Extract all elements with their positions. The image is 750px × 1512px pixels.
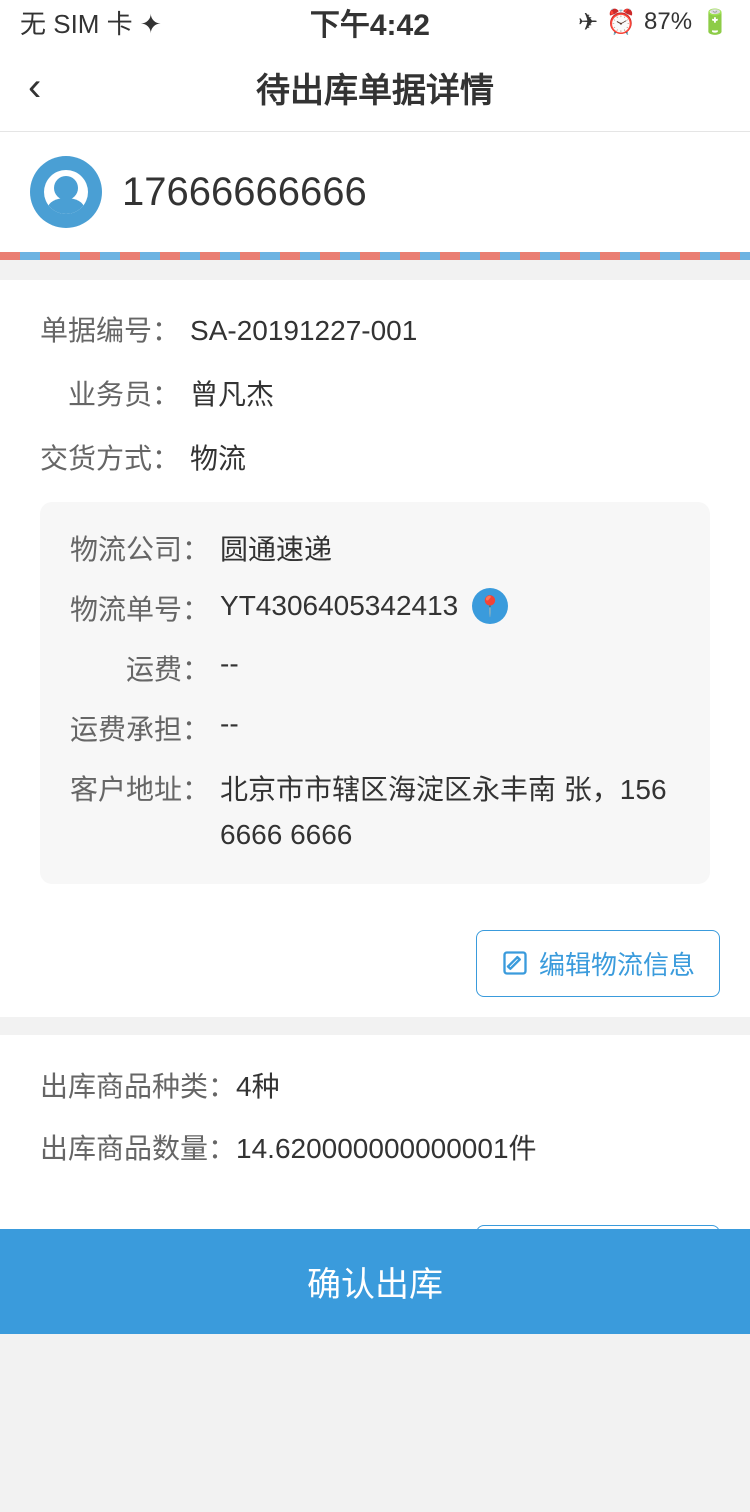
freight-row: 运费： -- bbox=[70, 648, 680, 688]
location-tracking-icon[interactable] bbox=[472, 588, 508, 624]
goods-types-label: 出库商品种类： bbox=[40, 1065, 236, 1105]
dashed-divider bbox=[0, 252, 750, 260]
freight-bear-label: 运费承担： bbox=[70, 708, 210, 748]
user-header: 17666666666 bbox=[0, 132, 750, 252]
salesman-value: 曾凡杰 bbox=[190, 374, 710, 416]
order-no-label: 单据编号： bbox=[40, 310, 180, 352]
battery-icon: 🔋 bbox=[700, 8, 730, 37]
delivery-value: 物流 bbox=[190, 438, 710, 480]
tracking-no-value: YT4306405342413 bbox=[220, 588, 680, 624]
goods-quantity-label: 出库商品数量： bbox=[40, 1127, 236, 1167]
sim-status: 无 SIM 卡 ✦ bbox=[20, 4, 162, 41]
logistics-card: 物流公司： 圆通速递 物流单号： YT4306405342413 运费： -- … bbox=[40, 502, 710, 884]
goods-types-value: 4种 bbox=[236, 1065, 280, 1105]
delivery-label: 交货方式： bbox=[40, 438, 180, 480]
address-label: 客户地址： bbox=[70, 768, 210, 808]
goods-types-row: 出库商品种类： 4种 bbox=[40, 1065, 710, 1105]
salesman-row: 业务员： 曾凡杰 bbox=[40, 374, 710, 416]
order-no-row: 单据编号： SA-20191227-001 bbox=[40, 310, 710, 352]
tracking-no-row: 物流单号： YT4306405342413 bbox=[70, 588, 680, 628]
edit-logistics-label: 编辑物流信息 bbox=[539, 945, 695, 982]
address-value: 北京市市辖区海淀区永丰南 张，156 6666 6666 bbox=[220, 768, 680, 858]
nav-bar: ‹ 待出库单据详情 bbox=[0, 44, 750, 132]
page-title: 待出库单据详情 bbox=[256, 63, 494, 112]
freight-label: 运费： bbox=[70, 648, 210, 688]
confirm-btn-container[interactable]: 确认出库 bbox=[0, 1229, 750, 1334]
avatar bbox=[30, 156, 102, 228]
address-row: 客户地址： 北京市市辖区海淀区永丰南 张，156 6666 6666 bbox=[70, 768, 680, 858]
salesman-label: 业务员： bbox=[40, 374, 180, 416]
freight-value: -- bbox=[220, 648, 680, 680]
order-info-section: 单据编号： SA-20191227-001 业务员： 曾凡杰 交货方式： 物流 … bbox=[0, 280, 750, 914]
status-left: 无 SIM 卡 ✦ bbox=[20, 4, 162, 41]
edit-icon bbox=[501, 949, 529, 977]
location-icon: ✈ bbox=[578, 8, 598, 37]
avatar-icon bbox=[44, 170, 88, 214]
edit-logistics-row: 编辑物流信息 bbox=[0, 914, 750, 1017]
goods-quantity-row: 出库商品数量： 14.620000000000001件 bbox=[40, 1127, 710, 1167]
edit-logistics-button[interactable]: 编辑物流信息 bbox=[476, 930, 720, 997]
tracking-no-label: 物流单号： bbox=[70, 588, 210, 628]
back-button[interactable]: ‹ bbox=[28, 65, 41, 110]
logistics-company-label: 物流公司： bbox=[70, 528, 210, 568]
goods-section: 出库商品种类： 4种 出库商品数量： 14.620000000000001件 bbox=[0, 1035, 750, 1209]
tracking-no-text: YT4306405342413 bbox=[220, 590, 458, 622]
freight-bear-row: 运费承担： -- bbox=[70, 708, 680, 748]
status-right: ✈ ⏰ 87% 🔋 bbox=[578, 8, 730, 37]
status-bar: 无 SIM 卡 ✦ 下午4:42 ✈ ⏰ 87% 🔋 bbox=[0, 0, 750, 44]
order-no-value: SA-20191227-001 bbox=[190, 310, 710, 352]
logistics-company-row: 物流公司： 圆通速递 bbox=[70, 528, 680, 568]
confirm-btn-text: 确认出库 bbox=[307, 1266, 443, 1304]
battery-level: 87% bbox=[644, 8, 692, 36]
logistics-company-value: 圆通速递 bbox=[220, 528, 680, 568]
delivery-row: 交货方式： 物流 bbox=[40, 438, 710, 480]
goods-quantity-value: 14.620000000000001件 bbox=[236, 1127, 537, 1167]
alarm-icon: ⏰ bbox=[606, 8, 636, 37]
status-time: 下午4:42 bbox=[310, 0, 430, 44]
freight-bear-value: -- bbox=[220, 708, 680, 740]
user-phone: 17666666666 bbox=[122, 170, 367, 215]
section-divider bbox=[0, 1017, 750, 1035]
bottom-spacer bbox=[0, 1312, 750, 1512]
